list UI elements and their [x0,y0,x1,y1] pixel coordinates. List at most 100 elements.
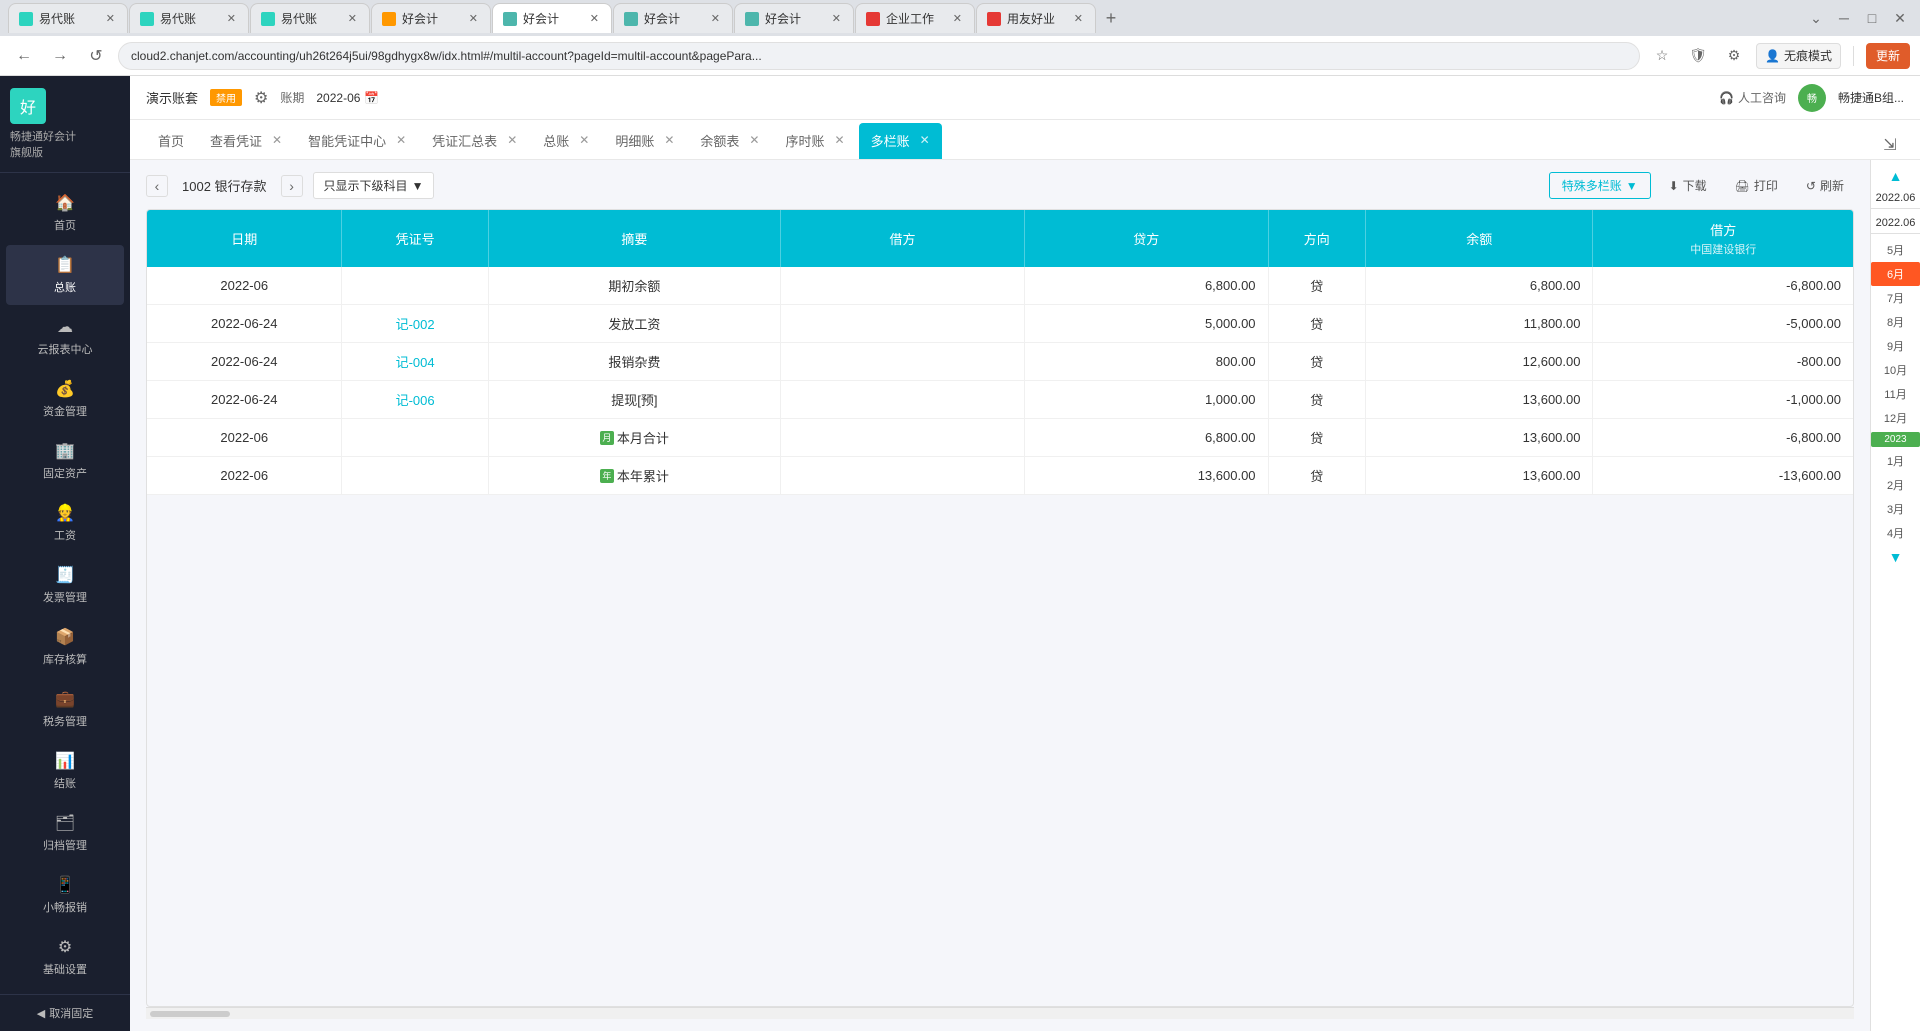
tab-journal[interactable]: 序时账 ✕ [773,123,856,159]
period-value: 2022-06 📅 [316,91,379,105]
horizontal-scrollbar[interactable] [146,1007,1854,1019]
tab-smart-voucher[interactable]: 智能凭证中心 ✕ [296,123,418,159]
timeline-month-5[interactable]: 5月 [1871,238,1920,262]
browser-tab-6[interactable]: 好会计 ✕ [613,3,733,33]
maximize-button[interactable]: □ [1860,6,1884,30]
sidebar-item-tax[interactable]: 💼 税务管理 [6,679,124,739]
cell-extra-2: -5,000.00 [1593,305,1853,343]
tab-home[interactable]: 首页 [146,123,196,159]
sidebar-item-invoice[interactable]: 🧾 发票管理 [6,555,124,615]
sidebar-item-assets[interactable]: 🏢 固定资产 [6,431,124,491]
tab-collapse-button[interactable]: ⇲ [1876,131,1904,159]
user-avatar[interactable]: 畅 [1798,84,1826,112]
sidebar-item-expense[interactable]: 📱 小畅报销 [6,865,124,925]
tab-summary-close[interactable]: ✕ [507,133,517,147]
tab-detail-ledger[interactable]: 明细账 ✕ [603,123,686,159]
tab-close-8[interactable]: ✕ [951,10,964,27]
print-button[interactable]: 🖨 打印 [1725,173,1788,198]
timeline-month-8[interactable]: 8月 [1871,310,1920,334]
update-button[interactable]: 更新 [1866,43,1910,69]
timeline-month-2023-2[interactable]: 2月 [1871,473,1920,497]
prev-account-button[interactable]: ‹ [146,175,168,197]
refresh-button[interactable]: ↺ 刷新 [1796,173,1854,198]
back-button[interactable]: ← [10,42,38,70]
tab-voucher[interactable]: 查看凭证 ✕ [198,123,294,159]
timeline-month-9[interactable]: 9月 [1871,334,1920,358]
tax-icon: 💼 [55,689,75,709]
sidebar-item-ledger[interactable]: 📋 总账 [6,245,124,305]
cancel-fixed-button[interactable]: ◀ 取消固定 [10,1005,120,1021]
tab-close-7[interactable]: ✕ [830,10,843,27]
scrollbar-thumb[interactable] [150,1011,230,1017]
browser-tab-5[interactable]: 好会计 ✕ [492,3,612,33]
tab-close-9[interactable]: ✕ [1072,10,1085,27]
tab-journal-close[interactable]: ✕ [835,133,845,147]
tab-detail-ledger-close[interactable]: ✕ [664,133,674,147]
sidebar-item-cloud[interactable]: ☁ 云报表中心 [6,307,124,367]
address-input[interactable]: cloud2.chanjet.com/accounting/uh26t264j5… [118,42,1640,70]
tab-close-1[interactable]: ✕ [104,10,117,27]
browser-tab-8[interactable]: 企业工作 ✕ [855,3,975,33]
tab-multi-ledger-close[interactable]: ✕ [920,133,930,147]
wuhen-mode-button[interactable]: 👤 无痕模式 [1756,43,1841,69]
sidebar-item-payroll[interactable]: 👷 工资 [6,493,124,553]
tab-close-5[interactable]: ✕ [588,10,601,27]
forward-button[interactable]: → [46,42,74,70]
download-button[interactable]: ⬇ 下载 [1659,173,1717,198]
browser-tab-4[interactable]: 好会计 ✕ [371,3,491,33]
timeline-month-2023-4[interactable]: 4月 [1871,521,1920,545]
extension-icon[interactable]: ⚙ [1720,42,1748,70]
special-multi-ledger-button[interactable]: 特殊多栏账 ▼ [1549,172,1651,199]
filter-dropdown[interactable]: 只显示下级科目 ▼ [313,172,435,199]
sidebar-item-home[interactable]: 🏠 首页 [6,183,124,243]
tab-close-3[interactable]: ✕ [346,10,359,27]
tab-general-ledger[interactable]: 总账 ✕ [531,123,601,159]
tab-close-4[interactable]: ✕ [467,10,480,27]
tab-voucher-close[interactable]: ✕ [272,133,282,147]
browser-tab-1[interactable]: 易代账 ✕ [8,3,128,33]
cell-voucher-4[interactable]: 记-006 [342,381,488,419]
timeline-scroll-up[interactable]: ▲ [1885,164,1907,188]
reload-button[interactable]: ↺ [82,42,110,70]
timeline-month-10[interactable]: 10月 [1871,358,1920,382]
browser-tab-2[interactable]: 易代账 ✕ [129,3,249,33]
tab-close-6[interactable]: ✕ [709,10,722,27]
cell-voucher-2[interactable]: 记-002 [342,305,488,343]
timeline-month-6[interactable]: 6月 [1871,262,1920,286]
account-settings-icon[interactable]: ⚙ [254,88,268,108]
timeline-month-7[interactable]: 7月 [1871,286,1920,310]
sidebar-item-inventory[interactable]: 📦 库存核算 [6,617,124,677]
timeline-month-11[interactable]: 11月 [1871,382,1920,406]
account-badge[interactable]: 禁用 [210,89,242,106]
calendar-icon[interactable]: 📅 [364,91,379,105]
timeline-scroll-down[interactable]: ▼ [1885,545,1907,569]
timeline-month-12[interactable]: 12月 [1871,406,1920,430]
browser-tab-9[interactable]: 用友好业 ✕ [976,3,1096,33]
minimize-button[interactable]: ─ [1832,6,1856,30]
consult-button[interactable]: 🎧 人工咨询 [1719,89,1786,106]
sidebar-item-archive[interactable]: 🗂 归档管理 [6,803,124,863]
next-account-button[interactable]: › [281,175,303,197]
cell-dir-3: 贷 [1268,343,1365,381]
new-tab-button[interactable]: + [1097,4,1125,32]
tab-summary[interactable]: 凭证汇总表 ✕ [420,123,529,159]
tab-smart-voucher-close[interactable]: ✕ [396,133,406,147]
timeline-month-2023-1[interactable]: 1月 [1871,449,1920,473]
timeline-year-2023[interactable]: 2023 [1871,432,1920,447]
browser-tab-7[interactable]: 好会计 ✕ [734,3,854,33]
browser-tab-3[interactable]: 易代账 ✕ [250,3,370,33]
sidebar-item-closing[interactable]: 📊 结账 [6,741,124,801]
tab-multi-ledger[interactable]: 多栏账 ✕ [859,123,942,159]
tab-balance[interactable]: 余额表 ✕ [688,123,771,159]
sidebar-item-funds[interactable]: 💰 资金管理 [6,369,124,429]
close-window-button[interactable]: ✕ [1888,6,1912,30]
tab-general-ledger-close[interactable]: ✕ [579,133,589,147]
sidebar-item-settings[interactable]: ⚙ 基础设置 [6,927,124,987]
timeline-month-2023-3[interactable]: 3月 [1871,497,1920,521]
tab-balance-close[interactable]: ✕ [749,133,759,147]
bookmark-icon[interactable]: ☆ [1648,42,1676,70]
tab-list-button[interactable]: ⌄ [1804,6,1828,30]
toolbar-right: 特殊多栏账 ▼ ⬇ 下载 🖨 打印 ↺ 刷新 [1549,172,1854,199]
tab-close-2[interactable]: ✕ [225,10,238,27]
cell-voucher-3[interactable]: 记-004 [342,343,488,381]
